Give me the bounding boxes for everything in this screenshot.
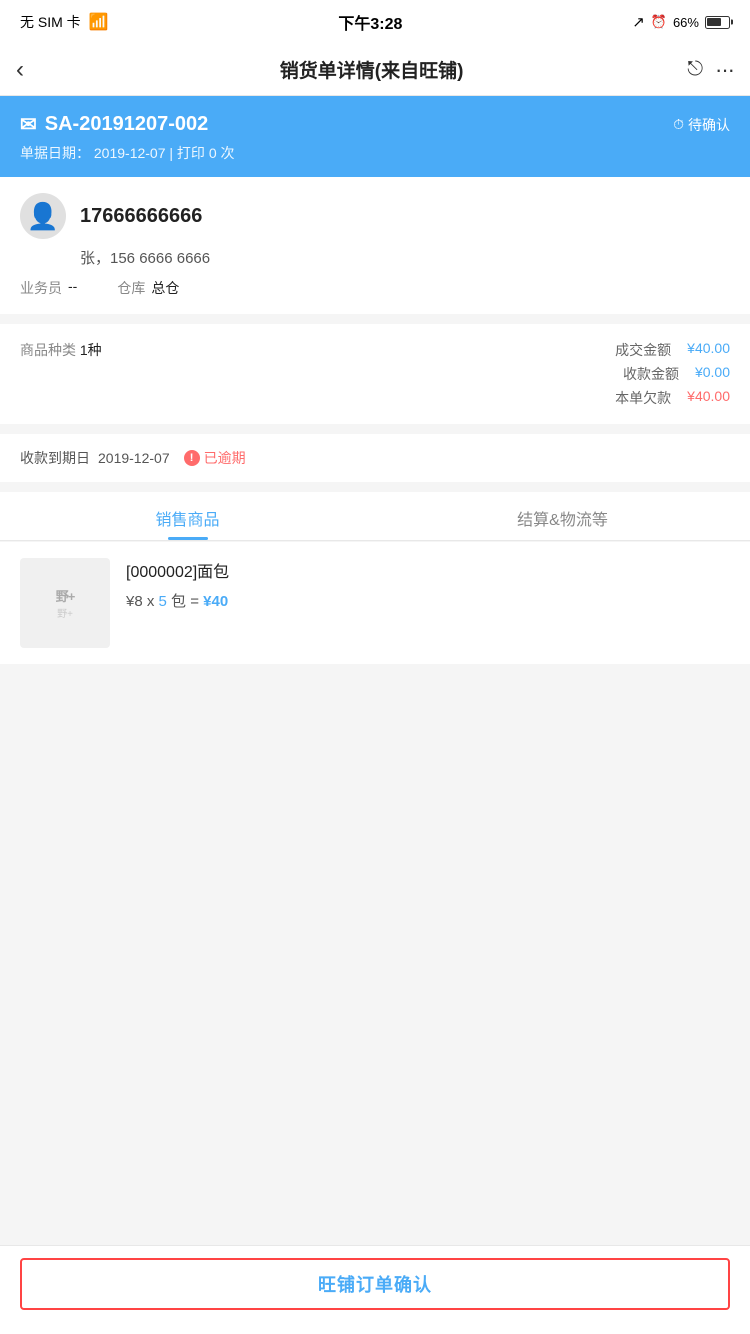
battery-text: 66%: [673, 15, 699, 30]
deal-amount-label: 成交金额: [615, 340, 671, 360]
salesperson-label: 业务员: [20, 278, 62, 298]
tab-underline: [168, 537, 208, 540]
tab-settlement[interactable]: 结算&物流等: [375, 492, 750, 540]
product-logo-top: 野+: [56, 586, 75, 605]
warehouse-label: 仓库: [117, 278, 145, 298]
nav-actions: ⎋ ···: [687, 57, 734, 83]
product-types: 商品种类 1种: [20, 340, 102, 360]
order-header: ✉ SA-20191207-002 ⏱ 待确认 单据日期： 2019-12-07…: [0, 96, 750, 177]
customer-phone-row: 👤 17666666666: [20, 193, 730, 239]
status-right: ↗ ⏰ 66%: [632, 13, 730, 31]
order-mail-icon: ✉: [20, 112, 37, 137]
confirm-order-button[interactable]: 旺铺订单确认: [20, 1258, 730, 1310]
price-multiply: x: [147, 593, 159, 610]
product-unit: 包: [171, 593, 186, 610]
price-equals: =: [190, 593, 203, 610]
due-date-value: 2019-12-07: [98, 450, 170, 466]
customer-phone: 17666666666: [80, 205, 202, 228]
received-amount-value: ¥0.00: [695, 364, 730, 384]
product-qty: 5: [159, 593, 167, 610]
alarm-icon: ⏰: [651, 14, 667, 30]
page-title: 销货单详情(来自旺铺): [56, 56, 687, 83]
order-number-row: ✉ SA-20191207-002: [20, 112, 208, 137]
product-item: 野+ 野+ [0000002]面包 ¥8 x 5 包 = ¥40: [0, 542, 750, 664]
back-button[interactable]: ‹: [16, 56, 56, 84]
customer-section: 👤 17666666666 张，156 6666 6666 业务员 -- 仓库 …: [0, 177, 750, 314]
status-time: 下午3:28: [338, 10, 402, 34]
stats-section: 商品种类 1种 成交金额 ¥40.00 收款金额 ¥0.00 本单欠款 ¥40.…: [0, 324, 750, 424]
carrier-text: 无 SIM 卡: [20, 12, 81, 32]
more-icon[interactable]: ···: [715, 57, 734, 83]
empty-content-area: [0, 664, 750, 924]
nav-bar: ‹ 销货单详情(来自旺铺) ⎋ ···: [0, 44, 750, 96]
customer-name: 张，156 6666 6666: [20, 247, 730, 268]
owed-amount-value: ¥40.00: [687, 388, 730, 408]
customer-meta: 业务员 -- 仓库 总仓: [20, 278, 730, 298]
salesperson-value: --: [68, 278, 77, 298]
deal-amount-value: ¥40.00: [687, 340, 730, 360]
product-details: [0000002]面包 ¥8 x 5 包 = ¥40: [126, 558, 730, 611]
order-date-row: 单据日期： 2019-12-07 | 打印 0 次: [20, 143, 730, 163]
overdue-text: 已逾期: [204, 448, 246, 468]
print-text: | 打印 0 次: [169, 145, 234, 161]
tab-settlement-label: 结算&物流等: [517, 512, 608, 529]
overdue-dot-icon: !: [184, 450, 200, 466]
due-date-section: 收款到期日 2019-12-07 ! 已逾期: [0, 434, 750, 482]
product-types-value: 1种: [80, 342, 102, 358]
share-icon[interactable]: ⎋: [687, 58, 703, 81]
unit-price: ¥8: [126, 593, 143, 610]
tab-sales-label: 销售商品: [155, 512, 219, 529]
salesperson-item: 业务员 --: [20, 278, 77, 298]
avatar-icon: 👤: [27, 201, 59, 232]
received-amount-label: 收款金额: [623, 364, 679, 384]
product-price-row: ¥8 x 5 包 = ¥40: [126, 590, 730, 611]
location-icon: ↗: [632, 13, 645, 31]
received-amount-row: 收款金额 ¥0.00: [623, 364, 730, 384]
order-date: 2019-12-07: [94, 145, 166, 161]
clock-icon: ⏱: [673, 116, 684, 133]
deal-amount-row: 成交金额 ¥40.00: [615, 340, 730, 360]
product-thumbnail: 野+ 野+: [20, 558, 110, 648]
due-date-label: 收款到期日: [20, 448, 90, 468]
warehouse-item: 仓库 总仓: [117, 278, 179, 298]
overdue-badge: ! 已逾期: [184, 448, 246, 468]
date-label: 单据日期：: [20, 145, 90, 161]
status-bar: 无 SIM 卡 📶 下午3:28 ↗ ⏰ 66%: [0, 0, 750, 44]
tab-sales-products[interactable]: 销售商品: [0, 492, 375, 540]
order-status-text: 待确认: [688, 115, 730, 135]
amount-stats: 成交金额 ¥40.00 收款金额 ¥0.00 本单欠款 ¥40.00: [615, 340, 730, 408]
tabs: 销售商品 结算&物流等: [0, 492, 750, 541]
owed-amount-label: 本单欠款: [615, 388, 671, 408]
product-types-label: 商品种类: [20, 342, 76, 358]
order-status-badge: ⏱ 待确认: [673, 115, 730, 135]
product-total: ¥40: [203, 593, 228, 610]
warehouse-value: 总仓: [151, 278, 179, 298]
owed-amount-row: 本单欠款 ¥40.00: [615, 388, 730, 408]
avatar: 👤: [20, 193, 66, 239]
battery-icon: [705, 16, 730, 29]
product-logo-bottom: 野+: [57, 605, 73, 620]
bottom-action-bar: 旺铺订单确认: [0, 1245, 750, 1334]
wifi-icon: 📶: [89, 12, 109, 32]
product-name: [0000002]面包: [126, 558, 730, 582]
status-left: 无 SIM 卡 📶: [20, 12, 109, 32]
order-number-text: SA-20191207-002: [45, 113, 208, 136]
